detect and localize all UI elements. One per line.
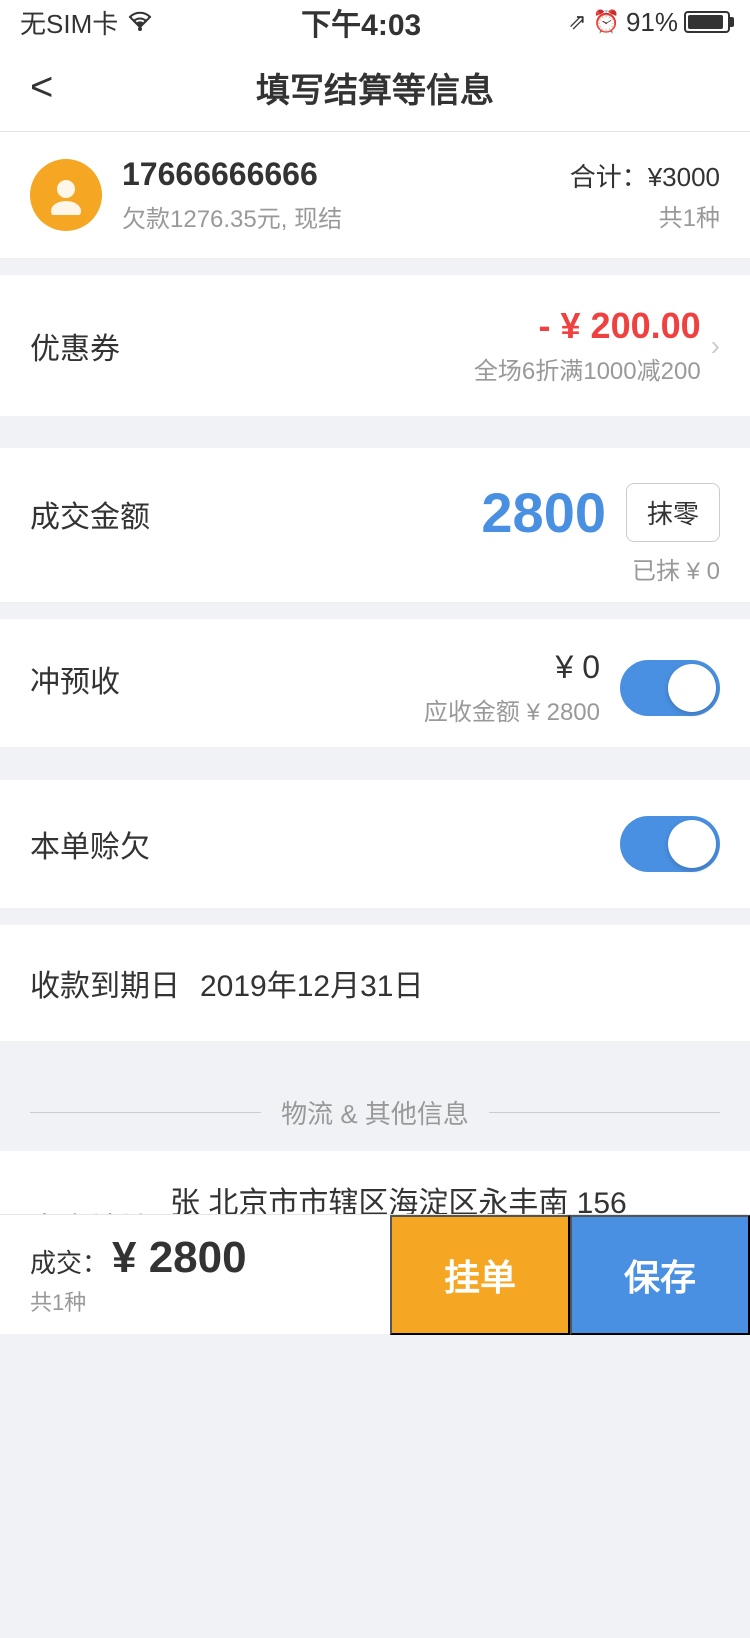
status-right: ⇗ ⏰ 91% [568, 7, 730, 38]
content-area: 17666666666 欠款1276.35元, 现结 合计：¥3000 共1种 … [0, 132, 750, 1638]
debit-toggle[interactable] [620, 816, 720, 872]
eraze-button[interactable]: 抹零 [626, 483, 720, 542]
debit-row: 本单赊欠 [0, 780, 750, 909]
debit-toggle-knob [668, 820, 716, 868]
header-line-right [489, 1112, 720, 1113]
status-bar: 无SIM卡 下午4:03 ⇗ ⏰ 91% [0, 0, 750, 44]
bottom-bar: 成交： ¥ 2800 共1种 挂单 保存 [0, 1214, 750, 1334]
customer-phone: 17666666666 [122, 156, 342, 193]
location-icon: ⇗ [568, 9, 586, 35]
section-divider-2 [0, 764, 750, 780]
coupon-right: - ¥ 200.00 全场6折满1000减200 › [474, 305, 720, 386]
deal-amount-label: 成交金额 [30, 480, 150, 536]
coupon-desc: 全场6折满1000减200 [474, 351, 701, 386]
customer-left: 17666666666 欠款1276.35元, 现结 [30, 156, 342, 234]
customer-details: 17666666666 欠款1276.35元, 现结 [122, 156, 342, 234]
deal-amount-value: 2800 [481, 480, 606, 545]
page-title: 填写结算等信息 [256, 63, 494, 112]
toggle-knob [668, 664, 716, 712]
prepayment-label: 冲预收 [30, 649, 120, 701]
customer-debt: 欠款1276.35元, 现结 [122, 199, 342, 234]
bottom-deal-amount: ¥ 2800 [112, 1233, 247, 1283]
bottom-count: 共1种 [30, 1285, 360, 1317]
logistics-section-header: 物流 & 其他信息 [0, 1074, 750, 1151]
prepayment-row: 冲预收 ¥ 0 应收金额 ¥ 2800 [0, 619, 750, 748]
prepayment-toggle[interactable] [620, 660, 720, 716]
back-button[interactable]: < [30, 65, 73, 110]
alarm-icon: ⏰ [593, 9, 620, 35]
prepayment-amount: ¥ 0 [424, 649, 600, 686]
prepayment-sub-text: 应收金额 ¥ 2800 [424, 692, 600, 727]
bottom-space [0, 1318, 750, 1518]
nav-bar: < 填写结算等信息 [0, 44, 750, 132]
deal-amount-row: 成交金额 2800 抹零 已抹 ¥ 0 [0, 448, 750, 603]
header-line-left [30, 1112, 261, 1113]
coupon-chevron-icon: › [711, 330, 720, 362]
carrier-text: 无SIM卡 [20, 4, 118, 41]
bottom-deal-label: 成交： [30, 1243, 108, 1280]
customer-info-row: 17666666666 欠款1276.35元, 现结 合计：¥3000 共1种 [0, 132, 750, 259]
due-date-label: 收款到期日 [30, 961, 180, 1005]
save-button[interactable]: 保存 [570, 1215, 750, 1335]
logistics-header-text: 物流 & 其他信息 [281, 1094, 469, 1131]
coupon-section[interactable]: 优惠券 - ¥ 200.00 全场6折满1000减200 › [0, 275, 750, 416]
coupon-right-text: - ¥ 200.00 全场6折满1000减200 [474, 305, 701, 386]
hold-button[interactable]: 挂单 [390, 1215, 570, 1335]
debit-label: 本单赊欠 [30, 822, 150, 866]
status-left: 无SIM卡 [20, 4, 154, 41]
due-date-value: 2019年12月31日 [200, 961, 423, 1005]
section-divider-1 [0, 432, 750, 448]
bottom-summary: 成交： ¥ 2800 共1种 [0, 1233, 390, 1317]
section-divider-3 [0, 1058, 750, 1074]
customer-total: 合计：¥3000 共1种 [570, 157, 720, 233]
deal-amount-right: 2800 抹零 [481, 480, 720, 545]
battery-percent: 91% [626, 7, 678, 38]
status-time: 下午4:03 [301, 0, 421, 44]
eraze-sub-text: 已抹 ¥ 0 [632, 551, 720, 586]
due-date-row: 收款到期日 2019年12月31日 [0, 925, 750, 1042]
total-count: 共1种 [570, 198, 720, 233]
coupon-row[interactable]: 优惠券 - ¥ 200.00 全场6折满1000减200 › [0, 275, 750, 416]
wifi-icon [126, 7, 154, 38]
battery-icon [684, 11, 730, 33]
total-label: 合计：¥3000 [570, 157, 720, 194]
coupon-label: 优惠券 [30, 324, 120, 368]
avatar [30, 159, 102, 231]
due-date-content: 收款到期日 2019年12月31日 [30, 961, 423, 1005]
coupon-amount: - ¥ 200.00 [474, 305, 701, 347]
